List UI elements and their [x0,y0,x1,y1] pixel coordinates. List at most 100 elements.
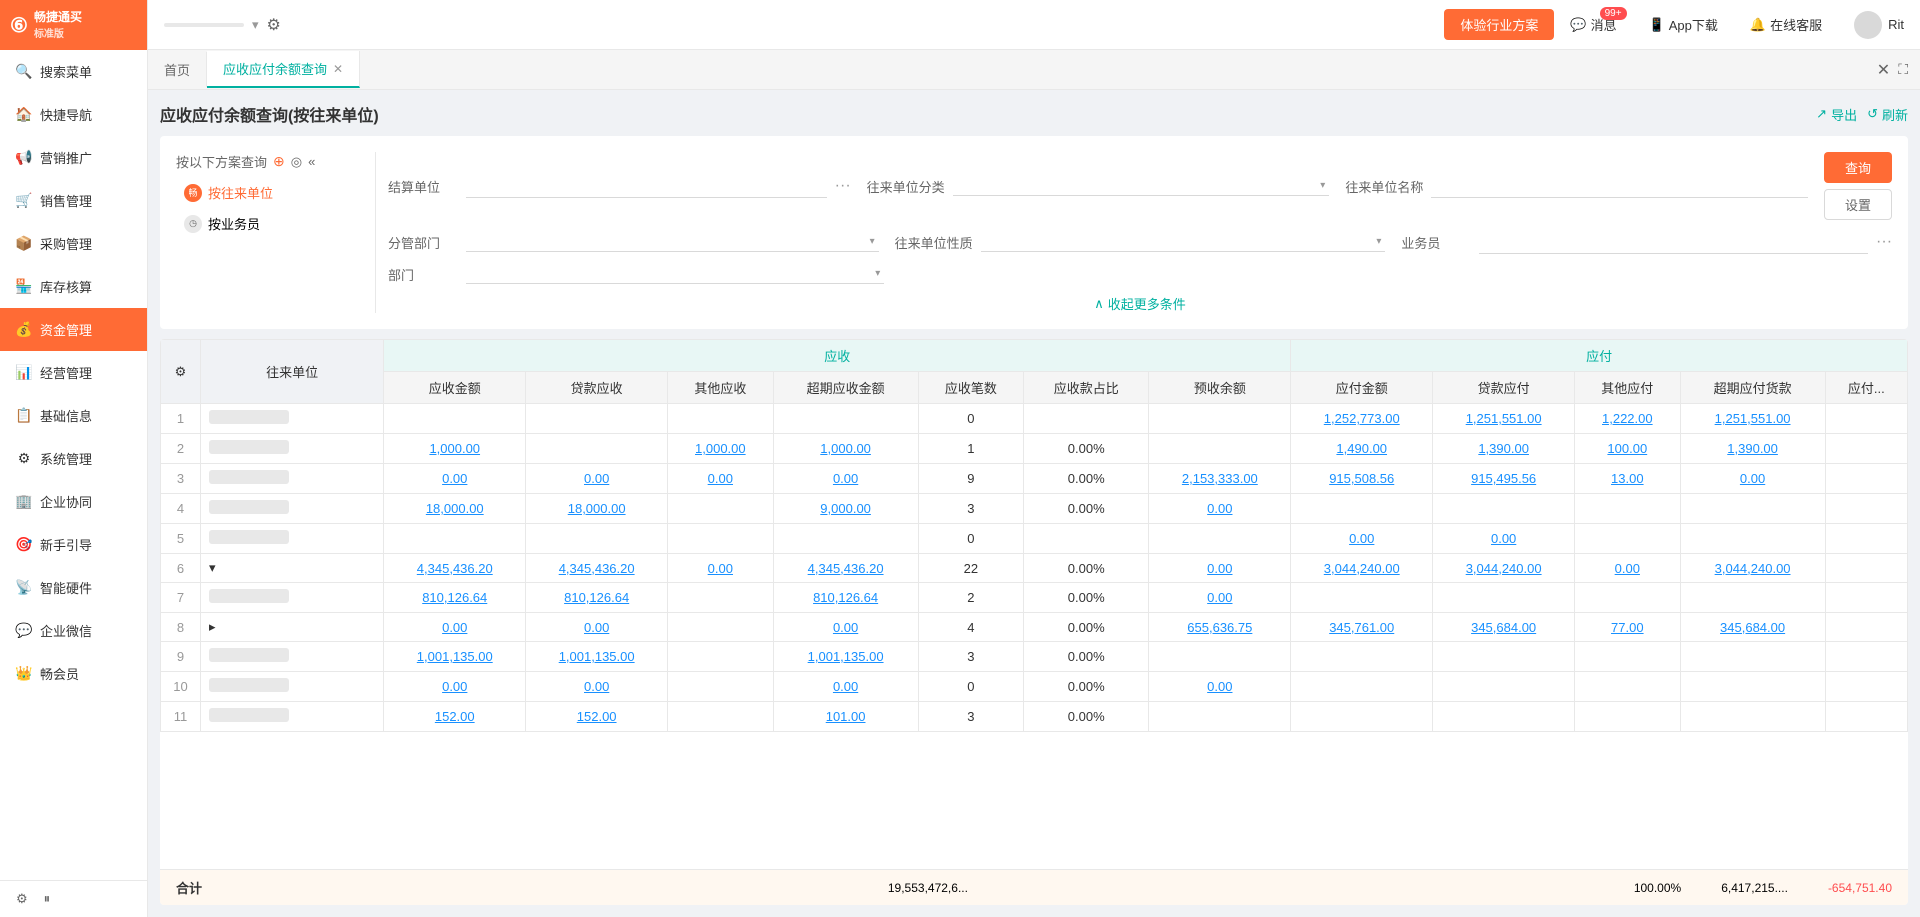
setting-button[interactable]: 设置 [1824,189,1892,220]
salesman-input[interactable] [1479,230,1868,254]
sidebar-item-operation[interactable]: 📊 经营管理 [0,351,147,394]
overdue_ar-cell: 1,001,135.00 [773,642,918,672]
prepaid-cell: 0.00 [1149,583,1291,613]
export-btn[interactable]: ↗ 导出 [1816,105,1857,124]
sidebar-item-wechat[interactable]: 💬 企业微信 [0,609,147,652]
table-row: 100.000.000.0000.00%0.00 [161,672,1908,702]
scheme-settings-icon[interactable]: ◎ [291,154,302,170]
tab-close-icon[interactable]: ✕ [333,62,343,76]
loan_ap-cell: 1,390.00 [1433,434,1575,464]
loan_ar-cell: 0.00 [526,464,668,494]
message-btn[interactable]: 💬 消息 99+ [1570,15,1616,34]
online-service-btn[interactable]: 🔔 在线客服 [1750,15,1822,34]
prepaid-cell [1149,702,1291,732]
trial-btn[interactable]: 体验行业方案 [1444,9,1554,40]
collapse-row: ∧ 收起更多条件 [388,294,1892,313]
tab-query[interactable]: 应收应付余额查询 ✕ [207,51,360,88]
sidebar-item-purchase[interactable]: 📦 采购管理 [0,222,147,265]
refresh-btn[interactable]: ↺ 刷新 [1867,105,1908,124]
ar_ratio-cell: 0.00% [1024,702,1149,732]
footer-ar-ratio: 100.00% [1634,881,1681,895]
overdue_ar-cell: 810,126.64 [773,583,918,613]
filter-option-by-partner[interactable]: 畅 按往来单位 [176,179,363,206]
filter-area: 按以下方案查询 ⊕ ◎ « 畅 按往来单位 ◷ 按业务员 [160,136,1908,329]
sidebar-item-member[interactable]: 👑 畅会员 [0,652,147,695]
collapse-left-icon[interactable]: « [308,154,315,169]
sidebar-item-capital[interactable]: 💰 资金管理 [0,308,147,351]
settlement-unit-dots[interactable]: ··· [835,177,851,195]
sidebar-item-enterprise[interactable]: 🏢 企业协同 [0,480,147,523]
th-overdue-ap: 超期应付货款 [1680,372,1825,404]
settings-gear-icon[interactable]: ⚙ [267,15,281,35]
sidebar-collapse-icon[interactable]: ⏸ [44,891,51,907]
sidebar-item-guide[interactable]: 🎯 新手引导 [0,523,147,566]
query-button[interactable]: 查询 [1824,152,1892,183]
sidebar-item-hardware[interactable]: 📡 智能硬件 [0,566,147,609]
window-close-icon[interactable]: ✕ [1877,60,1890,80]
ar_ratio-cell: 0.00% [1024,554,1149,583]
row-num-cell: 9 [161,642,201,672]
partner-nature-select[interactable]: ▾ [981,232,1386,252]
ap-more-cell [1825,404,1907,434]
table-row: 418,000.0018,000.009,000.0030.00%0.00 [161,494,1908,524]
th-other-ar: 其他应收 [668,372,773,404]
th-ar-group: 应收 [384,340,1291,372]
window-expand-icon[interactable]: ⛶ [1898,61,1908,78]
department-select[interactable]: ▾ [466,264,884,284]
th-settings[interactable]: ⚙ [161,340,201,404]
ap-more-cell [1825,672,1907,702]
ar_ratio-cell: 0.00% [1024,583,1149,613]
salesman-dots[interactable]: ··· [1876,233,1892,251]
sidebar-settings-icon[interactable]: ⚙ [16,891,28,907]
sidebar-item-quicknav[interactable]: 🏠 快捷导航 [0,93,147,136]
guide-icon: 🎯 [16,537,32,553]
app-download-btn[interactable]: 📱 App下载 [1649,15,1718,34]
table-row: 30.000.000.000.0090.00%2,153,333.00915,5… [161,464,1908,494]
system-icon: ⚙ [16,451,32,467]
row-num-cell: 6 [161,554,201,583]
partner-cell [201,642,384,672]
ar_count-cell: 3 [918,494,1023,524]
tab-home[interactable]: 首页 [148,52,207,87]
sidebar-bottom: ⚙ ⏸ [0,880,147,917]
sidebar-item-inventory[interactable]: 🏪 库存核算 [0,265,147,308]
overdue_ap-cell [1680,583,1825,613]
sidebar-item-sales[interactable]: 🛒 销售管理 [0,179,147,222]
loan_ap-cell: 1,251,551.00 [1433,404,1575,434]
content-area: 应收应付余额查询(按往来单位) ↗ 导出 ↺ 刷新 按以下方案查询 ⊕ ◎ [148,90,1920,917]
partner-cell [201,672,384,702]
data-table: ⚙ 往来单位 应收 应付 应收金额 贷款应收 其他应收 超期应收金额 应收笔数 [160,339,1908,732]
overdue_ap-cell: 1,390.00 [1680,434,1825,464]
sidebar-item-marketing[interactable]: 📢 营销推广 [0,136,147,179]
sidebar-item-system[interactable]: ⚙ 系统管理 [0,437,147,480]
prepaid-cell: 0.00 [1149,672,1291,702]
table-settings-icon[interactable]: ⚙ [175,364,187,379]
table-row: 500.000.00 [161,524,1908,554]
sidebar-logo: ⑥ 畅捷通买 标准版 [0,0,147,50]
partner-category-select[interactable]: ▾ [953,176,1330,196]
settlement-unit-input[interactable] [466,174,827,198]
table-row: 6▾4,345,436.204,345,436.200.004,345,436.… [161,554,1908,583]
partner-name-input[interactable] [1431,174,1808,198]
chevron-down-icon[interactable]: ▾ [252,17,259,33]
filter-option-by-salesman[interactable]: ◷ 按业务员 [176,210,363,237]
user-avatar-area[interactable]: Rit [1854,11,1904,39]
marketing-icon: 📢 [16,150,32,166]
dept-manager-select[interactable]: ▾ [466,232,879,252]
ap-more-cell [1825,434,1907,464]
add-scheme-icon[interactable]: ⊕ [273,153,285,170]
table-footer: 合计 19,553,472,6... 100.00% 6,417,215....… [160,869,1908,905]
loan_ap-cell: 915,495.56 [1433,464,1575,494]
table-container[interactable]: ⚙ 往来单位 应收 应付 应收金额 贷款应收 其他应收 超期应收金额 应收笔数 [160,339,1908,869]
overdue_ap-cell: 345,684.00 [1680,613,1825,642]
ar_amount-cell: 810,126.64 [384,583,526,613]
sidebar-item-base[interactable]: 📋 基础信息 [0,394,147,437]
logo-edition: 标准版 [34,25,82,40]
base-icon: 📋 [16,408,32,424]
chevron-down-icon: ▾ [875,268,880,279]
footer-ar-total: 19,553,472,6... [222,881,1634,895]
other_ap-cell [1575,524,1680,554]
sidebar-item-search[interactable]: 🔍 搜索菜单 [0,50,147,93]
prepaid-cell [1149,524,1291,554]
collapse-more-btn[interactable]: ∧ 收起更多条件 [1094,294,1186,313]
